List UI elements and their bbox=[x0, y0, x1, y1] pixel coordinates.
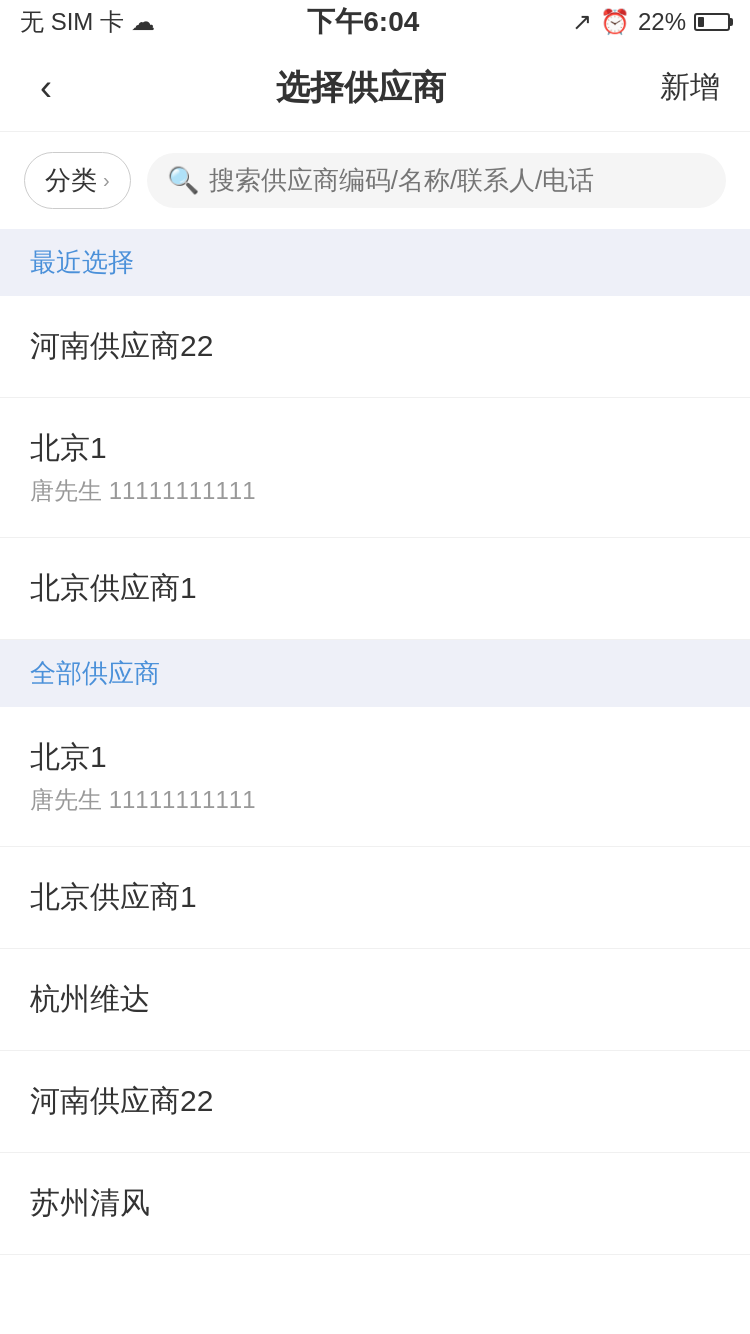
sim-label: 无 SIM 卡 ☁ bbox=[20, 6, 155, 38]
battery-icon bbox=[694, 13, 730, 31]
item-name: 北京供应商1 bbox=[30, 568, 720, 609]
item-sub: 唐先生 11111111111 bbox=[30, 475, 720, 507]
list-item[interactable]: 北京供应商1 bbox=[0, 538, 750, 640]
item-name: 北京1 bbox=[30, 428, 720, 469]
list-item[interactable]: 河南供应商22 bbox=[0, 296, 750, 398]
alarm-icon: ⏰ bbox=[600, 8, 630, 36]
search-icon: 🔍 bbox=[167, 165, 199, 196]
location-icon: ↗ bbox=[572, 8, 592, 36]
page-title: 选择供应商 bbox=[276, 65, 446, 111]
list-item[interactable]: 北京1 唐先生 11111111111 bbox=[0, 398, 750, 538]
search-area: 分类 › 🔍 bbox=[0, 132, 750, 229]
add-button[interactable]: 新增 bbox=[660, 67, 720, 108]
item-name: 杭州维达 bbox=[30, 979, 720, 1020]
item-name: 河南供应商22 bbox=[30, 1081, 720, 1122]
all-section-header: 全部供应商 bbox=[0, 640, 750, 707]
all-list: 北京1 唐先生 11111111111 北京供应商1 杭州维达河南供应商22 苏州清风 bbox=[0, 707, 750, 1255]
item-name: 苏州清风 bbox=[30, 1183, 720, 1224]
status-bar: 无 SIM 卡 ☁ 下午6:04 ↗ ⏰ 22% bbox=[0, 0, 750, 44]
chevron-right-icon: › bbox=[103, 169, 110, 192]
list-item[interactable]: 苏州清风 bbox=[0, 1153, 750, 1255]
search-box: 🔍 bbox=[147, 153, 726, 208]
all-section-label: 全部供应商 bbox=[30, 658, 160, 688]
status-right: ↗ ⏰ 22% bbox=[572, 8, 730, 36]
category-filter-button[interactable]: 分类 › bbox=[24, 152, 131, 209]
battery-percent: 22% bbox=[638, 8, 686, 36]
status-left: 无 SIM 卡 ☁ bbox=[20, 6, 155, 38]
recent-section-label: 最近选择 bbox=[30, 247, 134, 277]
list-item[interactable]: 北京1 唐先生 11111111111 bbox=[0, 707, 750, 847]
recent-section-header: 最近选择 bbox=[0, 229, 750, 296]
back-button[interactable]: ‹ bbox=[30, 57, 62, 119]
item-sub: 唐先生 11111111111 bbox=[30, 784, 720, 816]
list-item[interactable]: 杭州维达 bbox=[0, 949, 750, 1051]
item-name: 河南供应商22 bbox=[30, 326, 720, 367]
search-input[interactable] bbox=[209, 165, 706, 196]
recent-list: 河南供应商22 北京1 唐先生 11111111111 北京供应商1 bbox=[0, 296, 750, 640]
item-name: 北京1 bbox=[30, 737, 720, 778]
list-item[interactable]: 河南供应商22 bbox=[0, 1051, 750, 1153]
status-time: 下午6:04 bbox=[307, 3, 419, 41]
list-item[interactable]: 北京供应商1 bbox=[0, 847, 750, 949]
category-label: 分类 bbox=[45, 163, 97, 198]
item-name: 北京供应商1 bbox=[30, 877, 720, 918]
nav-bar: ‹ 选择供应商 新增 bbox=[0, 44, 750, 132]
